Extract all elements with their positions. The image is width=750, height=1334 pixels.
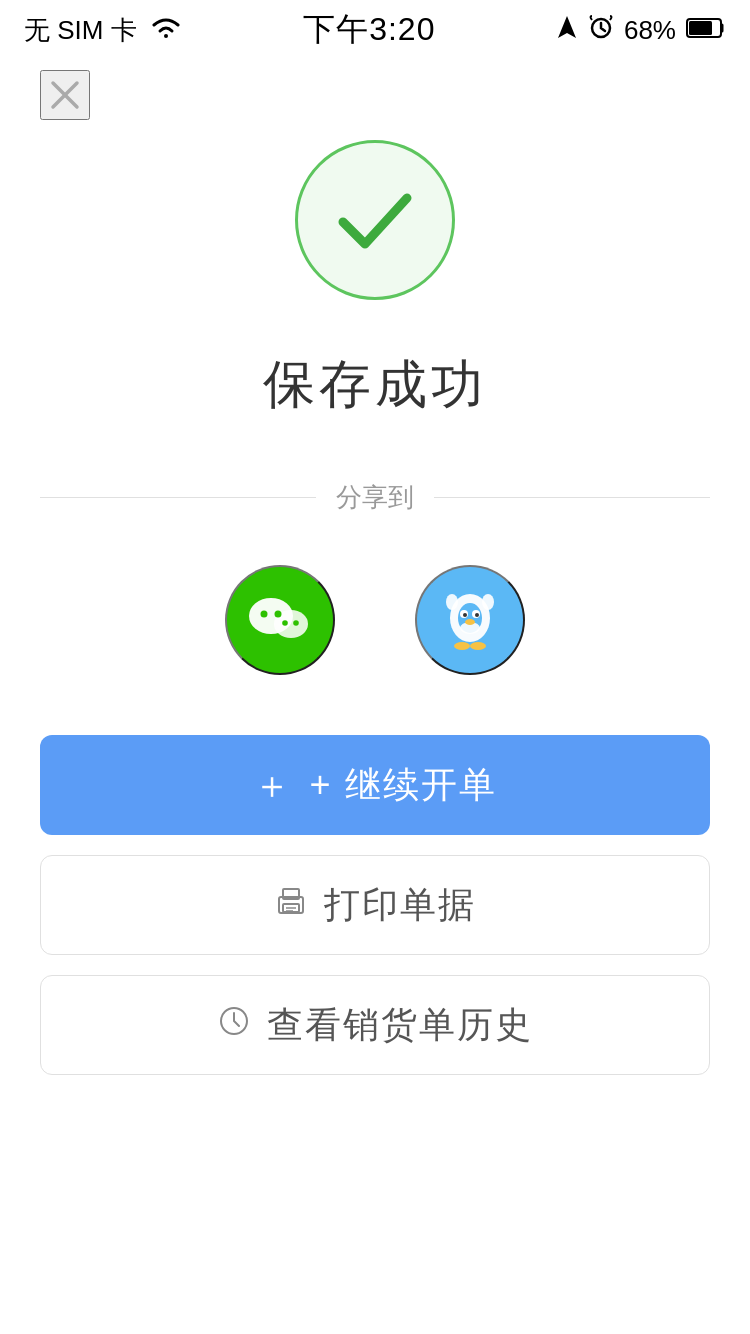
svg-point-21 [454, 642, 470, 650]
history-icon [217, 1004, 251, 1047]
action-buttons: ＋ + 继续开单 打印单据 查看销货单 [0, 735, 750, 1075]
continue-order-label: + 继续开单 [309, 761, 496, 810]
share-section: 分享到 [0, 480, 750, 675]
svg-point-16 [463, 613, 467, 617]
success-title: 保存成功 [263, 350, 487, 420]
alarm-icon [588, 14, 614, 47]
status-left: 无 SIM 卡 [24, 13, 183, 48]
status-right: 68% [556, 14, 726, 47]
svg-point-18 [465, 619, 475, 625]
svg-point-19 [446, 594, 458, 610]
share-divider: 分享到 [0, 480, 750, 515]
svg-point-9 [282, 620, 288, 626]
battery-icon [686, 15, 726, 46]
history-button[interactable]: 查看销货单历史 [40, 975, 710, 1075]
battery-text: 68% [624, 15, 676, 46]
share-label: 分享到 [336, 480, 414, 515]
status-time: 下午3:20 [303, 8, 435, 52]
wifi-icon [149, 14, 183, 47]
close-button[interactable] [40, 70, 90, 120]
wechat-share-button[interactable] [225, 565, 335, 675]
svg-rect-2 [689, 21, 712, 35]
print-label: 打印单据 [324, 881, 476, 930]
svg-point-22 [470, 642, 486, 650]
continue-order-button[interactable]: ＋ + 继续开单 [40, 735, 710, 835]
main-content: 保存成功 分享到 [0, 60, 750, 1075]
print-icon [274, 884, 308, 927]
plus-icon: ＋ [253, 760, 293, 811]
svg-point-8 [275, 611, 282, 618]
status-bar: 无 SIM 卡 下午3:20 68% [0, 0, 750, 60]
print-button[interactable]: 打印单据 [40, 855, 710, 955]
location-icon [556, 14, 578, 47]
share-icons [225, 565, 525, 675]
carrier-text: 无 SIM 卡 [24, 13, 137, 48]
svg-point-7 [261, 611, 268, 618]
history-label: 查看销货单历史 [267, 1001, 533, 1050]
svg-point-20 [482, 594, 494, 610]
success-icon-circle [295, 140, 455, 300]
divider-line-right [434, 497, 710, 498]
svg-point-17 [475, 613, 479, 617]
svg-point-10 [293, 620, 299, 626]
divider-line-left [40, 497, 316, 498]
qq-share-button[interactable] [415, 565, 525, 675]
